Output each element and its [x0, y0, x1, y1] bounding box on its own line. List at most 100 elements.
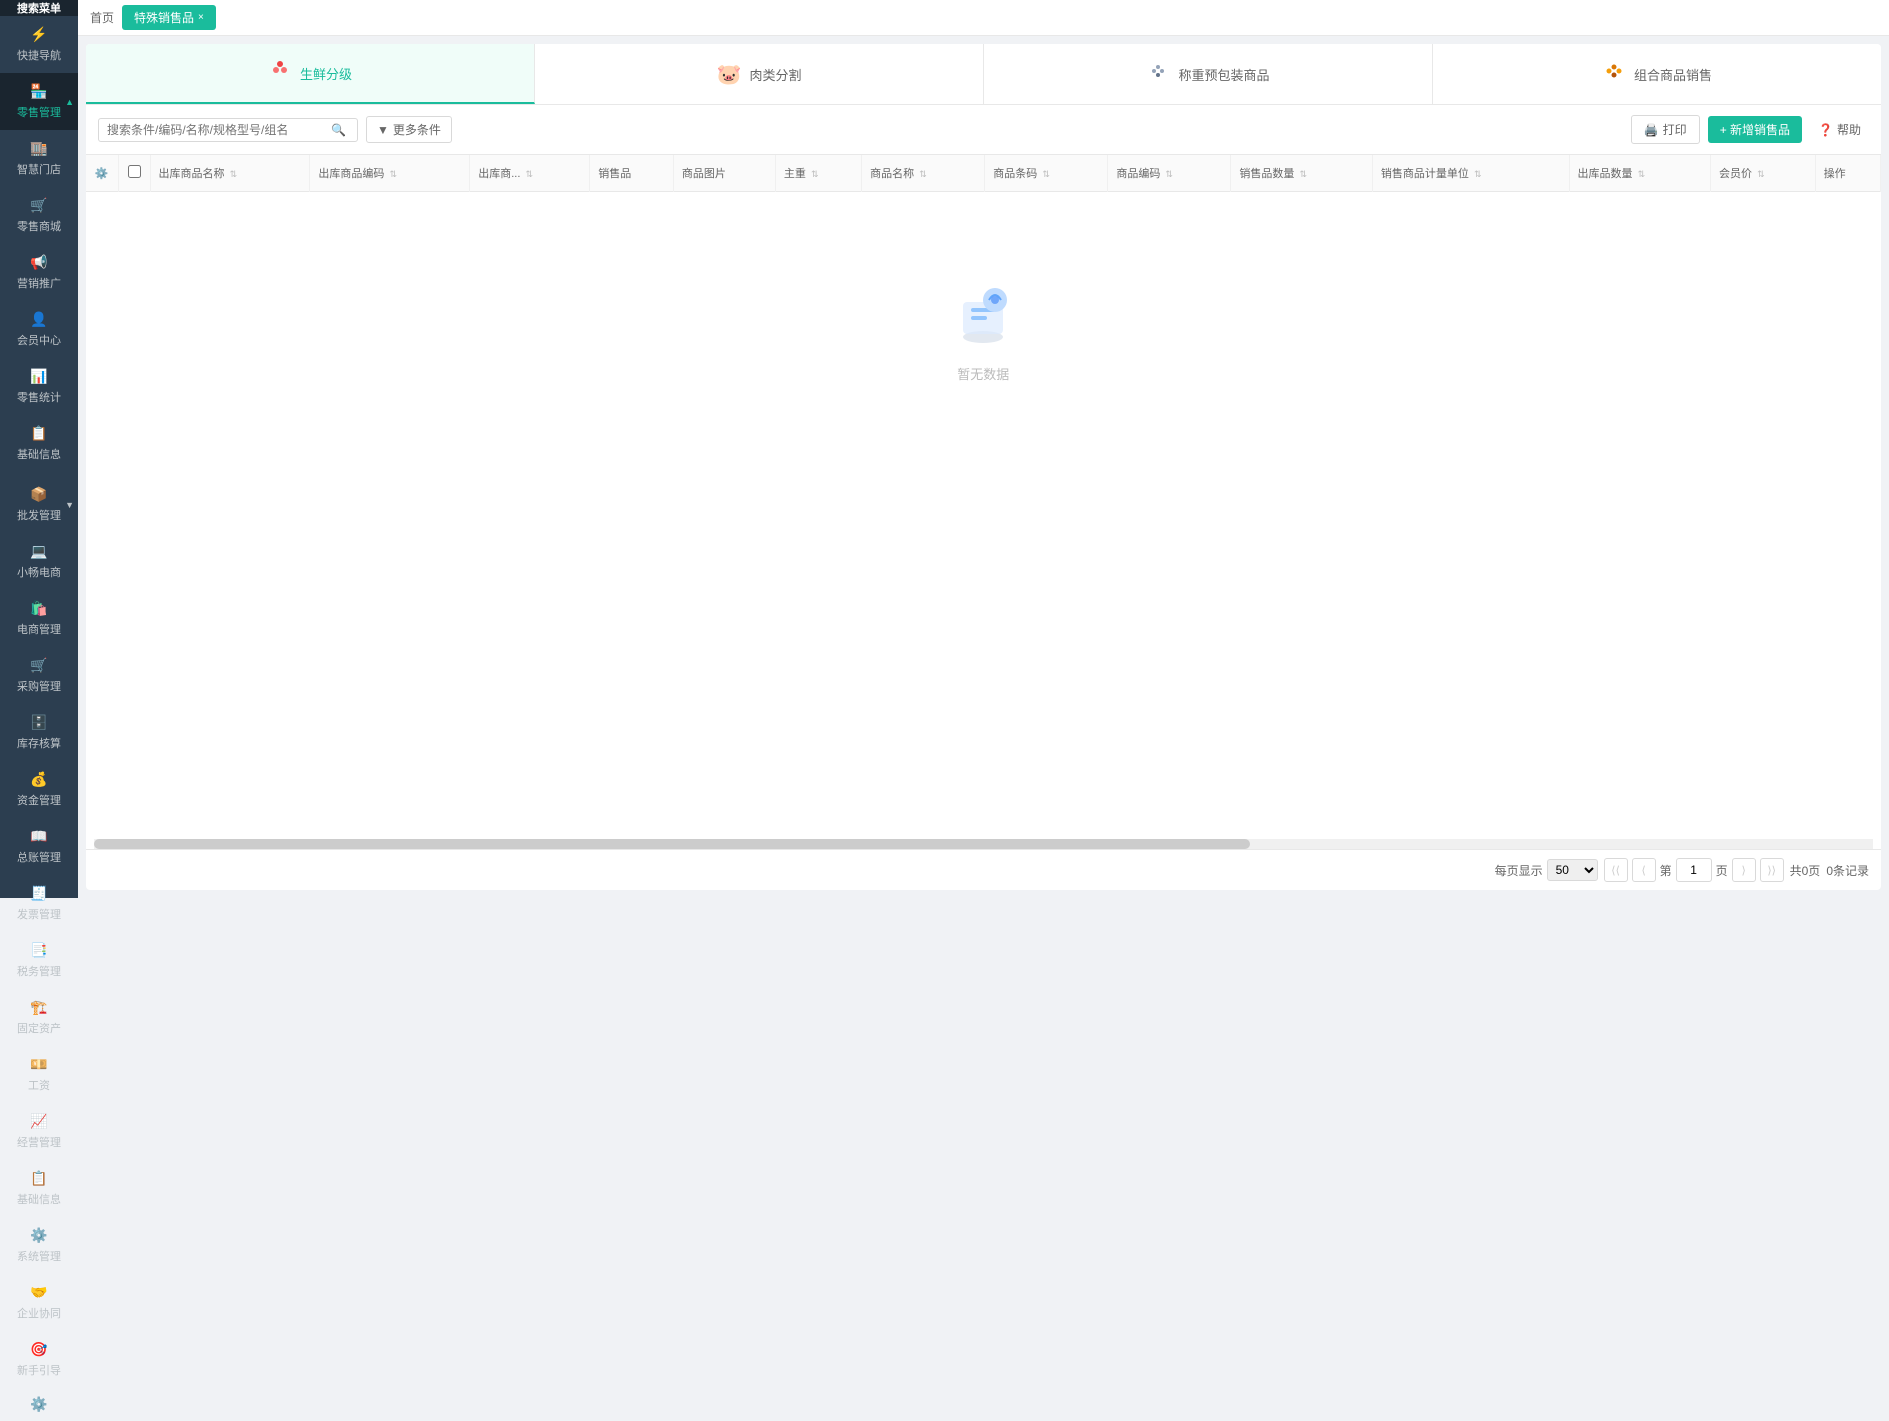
- sidebar-item-quick-nav[interactable]: ⚡ 快捷导航: [0, 16, 78, 73]
- sidebar-item-label: 经营管理: [17, 1134, 61, 1150]
- finance-icon: 💰: [30, 771, 47, 788]
- sidebar-item-purchase-mgmt[interactable]: 🛒 采购管理: [0, 647, 78, 704]
- product-code-header: 商品编码 ⇅: [1108, 155, 1231, 192]
- sidebar-item-invoice-mgmt[interactable]: 🧾 发票管理: [0, 875, 78, 932]
- page-size-selector[interactable]: 每页显示 10 20 50 100: [1495, 859, 1598, 881]
- barcode-header: 商品条码 ⇅: [985, 155, 1108, 192]
- sidebar-item-basic-info[interactable]: 📋 基础信息: [0, 415, 78, 472]
- sidebar-item-wages[interactable]: 💴 工资: [0, 1046, 78, 1103]
- table-wrap: ⚙️ 出库商品名称 ⇅ 出库商品编码 ⇅: [86, 155, 1881, 839]
- weight-pkg-icon: [1146, 59, 1170, 89]
- meat-cut-icon: 🐷: [717, 62, 742, 87]
- tab-meat-cut-label: 肉类分割: [749, 65, 801, 84]
- sort-icon[interactable]: ⇅: [1474, 169, 1482, 179]
- ops-mgmt-icon: 📈: [30, 1113, 47, 1130]
- sidebar-settings[interactable]: ⚙️: [0, 1388, 78, 1421]
- column-settings-icon[interactable]: ⚙️: [95, 168, 109, 180]
- next-page-button[interactable]: ⟩: [1732, 858, 1756, 882]
- page-size-label: 每页显示: [1495, 862, 1543, 879]
- sale-qty-header: 销售品数量 ⇅: [1231, 155, 1372, 192]
- sidebar-item-inventory[interactable]: 🗄️ 库存核算: [0, 704, 78, 761]
- toolbar: 🔍 ▼ 更多条件 🖨️ 打印 + 新增销售品 ❓ 帮助: [86, 105, 1881, 155]
- sort-icon[interactable]: ⇅: [389, 169, 397, 179]
- select-all-checkbox[interactable]: [128, 165, 141, 178]
- retail-mall-icon: 🛒: [30, 197, 47, 214]
- out-name-header: 出库商品名称 ⇅: [150, 155, 310, 192]
- tab-fresh-grade[interactable]: 生鲜分级: [86, 44, 535, 104]
- last-page-button[interactable]: ⟩⟩: [1760, 858, 1784, 882]
- active-tab[interactable]: 特殊销售品 ×: [122, 5, 216, 30]
- sidebar-item-retail-stats[interactable]: 📊 零售统计: [0, 358, 78, 415]
- sidebar-item-tax-mgmt[interactable]: 📑 税务管理: [0, 932, 78, 989]
- sort-icon[interactable]: ⇅: [1638, 169, 1646, 179]
- sort-icon[interactable]: ⇅: [1299, 169, 1307, 179]
- add-sale-button[interactable]: + 新增销售品: [1708, 116, 1802, 143]
- prev-page-button[interactable]: ⟨: [1632, 858, 1656, 882]
- sidebar-item-fixed-assets[interactable]: 🏗️ 固定资产: [0, 989, 78, 1046]
- mini-ecom-icon: 💻: [30, 543, 47, 560]
- sort-icon[interactable]: ⇅: [1042, 169, 1050, 179]
- first-page-button[interactable]: ⟨⟨: [1604, 858, 1628, 882]
- print-label: 打印: [1663, 121, 1687, 138]
- sidebar-item-mini-ecom[interactable]: 💻 小畅电商: [0, 533, 78, 590]
- sidebar-item-label: 零售商城: [17, 218, 61, 234]
- sidebar-item-general-ledger[interactable]: 📖 总账管理: [0, 818, 78, 875]
- tab-meat-cut[interactable]: 🐷 肉类分割: [535, 44, 984, 104]
- general-ledger-icon: 📖: [30, 828, 47, 845]
- new-guide-icon: 🎯: [30, 1341, 47, 1358]
- sidebar-item-label: 营销推广: [17, 275, 61, 291]
- tab-combo-sales[interactable]: 组合商品销售: [1433, 44, 1881, 104]
- sort-icon[interactable]: ⇅: [1165, 169, 1173, 179]
- sidebar-logo[interactable]: 搜索菜单: [0, 0, 78, 16]
- help-button[interactable]: ❓ 帮助: [1810, 116, 1869, 143]
- print-button[interactable]: 🖨️ 打印: [1631, 115, 1700, 144]
- sort-icon[interactable]: ⇅: [919, 169, 927, 179]
- horizontal-scrollbar[interactable]: [94, 839, 1873, 849]
- sidebar-item-basic-info2[interactable]: 📋 基础信息: [0, 1160, 78, 1217]
- fresh-grade-icon: [268, 58, 292, 88]
- product-name-header: 商品名称 ⇅: [862, 155, 985, 192]
- fixed-assets-icon: 🏗️: [30, 999, 47, 1016]
- sidebar-item-retail-mall[interactable]: 🛒 零售商城: [0, 187, 78, 244]
- pagination: 每页显示 10 20 50 100 ⟨⟨ ⟨ 第 1 页 ⟩ ⟩⟩ 共: [86, 849, 1881, 890]
- sort-icon[interactable]: ⇅: [230, 169, 238, 179]
- checkbox-column-header[interactable]: [118, 155, 150, 192]
- sidebar-item-label: 基础信息: [17, 1191, 61, 1207]
- settings-column-header[interactable]: ⚙️: [86, 155, 118, 192]
- sidebar-item-system-mgmt[interactable]: ⚙️ 系统管理: [0, 1217, 78, 1274]
- page-size-select[interactable]: 10 20 50 100: [1547, 859, 1598, 881]
- smart-store-icon: 🏬: [30, 140, 47, 157]
- sale-item-header: 销售品: [590, 155, 674, 192]
- search-icon[interactable]: 🔍: [331, 123, 346, 137]
- wholesale-mgmt-icon: 📦: [30, 486, 47, 503]
- sidebar-item-retail-mgmt[interactable]: 🏪 零售管理 ▲: [0, 73, 78, 130]
- tab-weight-pkg[interactable]: 称重预包装商品: [984, 44, 1433, 104]
- filter-button[interactable]: ▼ 更多条件: [366, 116, 452, 143]
- sidebar-item-corp-agreement[interactable]: 🤝 企业协同: [0, 1274, 78, 1331]
- sidebar-item-label: 资金管理: [17, 792, 61, 808]
- search-wrap[interactable]: 🔍: [98, 118, 358, 142]
- sort-icon[interactable]: ⇅: [525, 169, 533, 179]
- home-link[interactable]: 首页: [90, 9, 114, 26]
- operation-header: 操作: [1815, 155, 1880, 192]
- sidebar-item-ops-mgmt[interactable]: 📈 经营管理: [0, 1103, 78, 1160]
- search-input[interactable]: [107, 123, 327, 137]
- sort-icon[interactable]: ⇅: [1757, 169, 1765, 179]
- sidebar-item-sales-promo[interactable]: 📢 营销推广: [0, 244, 78, 301]
- page-number-input[interactable]: 1: [1676, 858, 1712, 882]
- sidebar-item-member-center[interactable]: 👤 会员中心: [0, 301, 78, 358]
- sidebar-item-finance[interactable]: 💰 资金管理: [0, 761, 78, 818]
- retail-mgmt-icon: 🏪: [30, 83, 47, 100]
- sidebar-item-label: 税务管理: [17, 963, 61, 979]
- sidebar-item-label: 电商管理: [17, 621, 61, 637]
- sidebar-item-label: 基础信息: [17, 446, 61, 462]
- sales-promo-icon: 📢: [30, 254, 47, 271]
- tab-close-button[interactable]: ×: [198, 12, 204, 23]
- sidebar: 搜索菜单 ⚡ 快捷导航 🏪 零售管理 ▲ 🏬 智慧门店 🛒 零售商城 📢 营销推…: [0, 0, 78, 898]
- sidebar-item-smart-store[interactable]: 🏬 智慧门店: [0, 130, 78, 187]
- sidebar-item-ecom-mgmt[interactable]: 🛍️ 电商管理: [0, 590, 78, 647]
- scrollbar-thumb[interactable]: [94, 839, 1250, 849]
- sidebar-item-new-guide[interactable]: 🎯 新手引导: [0, 1331, 78, 1388]
- sort-icon[interactable]: ⇅: [811, 169, 819, 179]
- sidebar-item-wholesale-mgmt[interactable]: 📦 批发管理 ▼: [0, 476, 78, 533]
